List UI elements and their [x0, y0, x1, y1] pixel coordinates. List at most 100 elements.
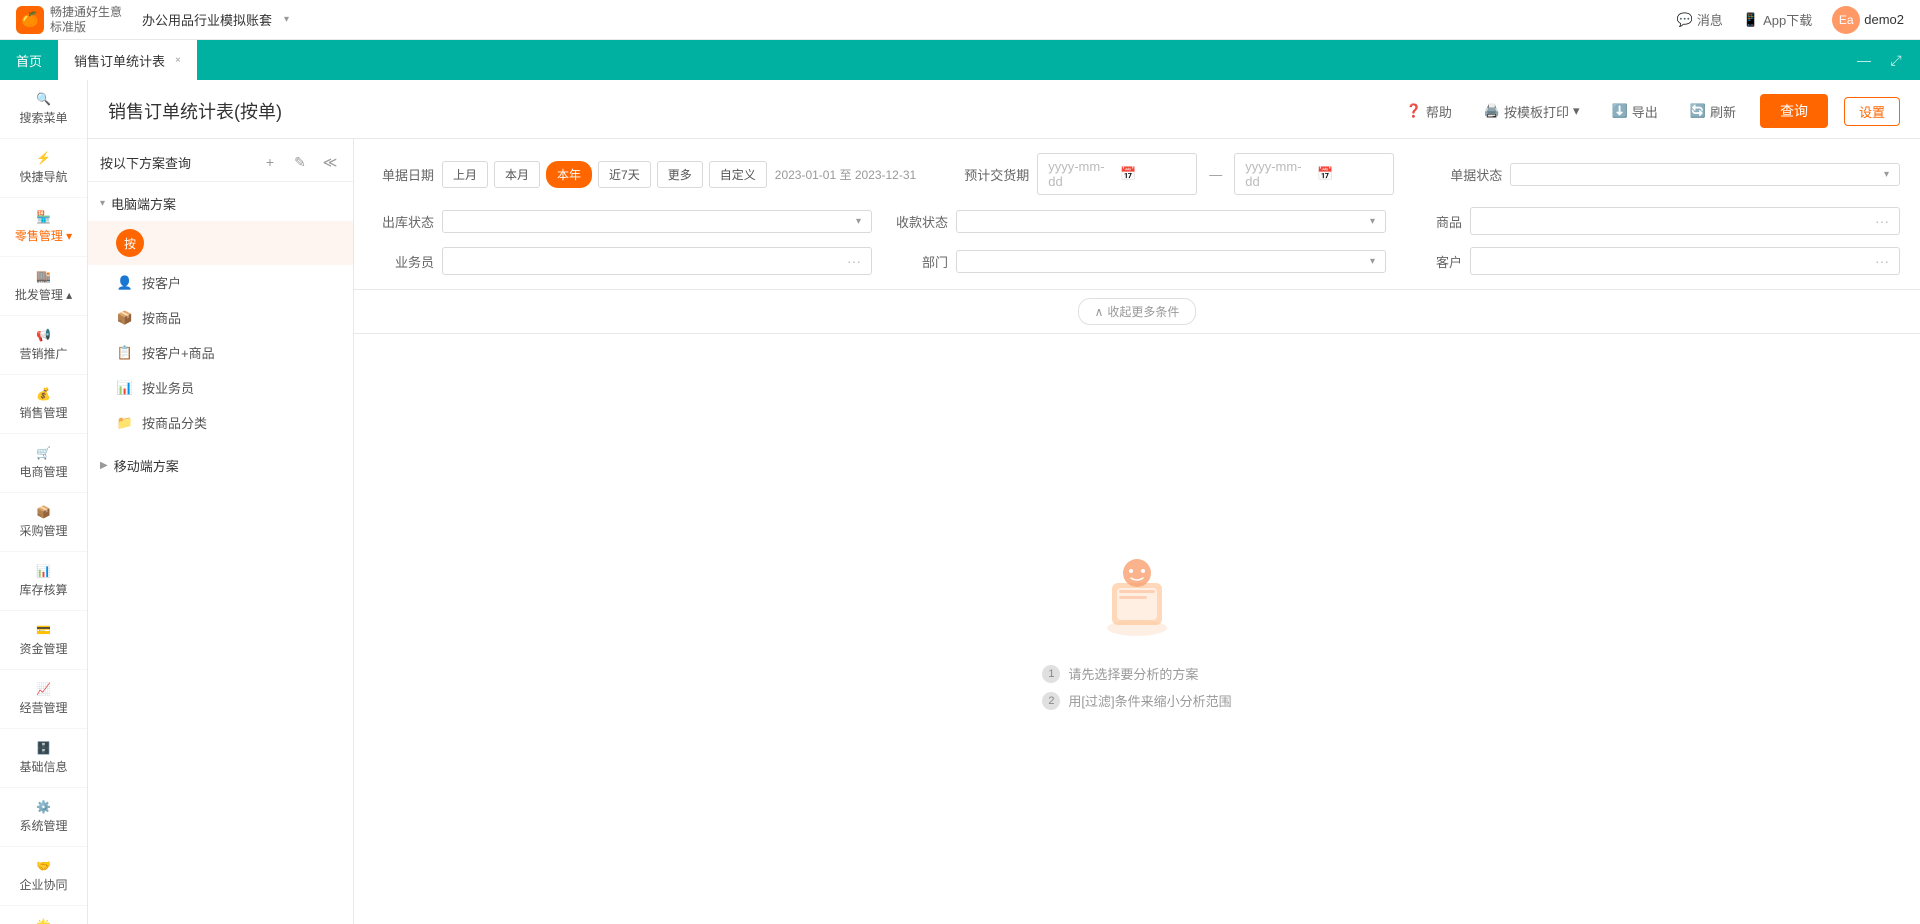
collapse-bar-inner[interactable]: ∧ 收起更多条件 — [1078, 298, 1197, 325]
sidebar-item-quicknav[interactable]: ⚡ 快捷导航 — [0, 139, 87, 198]
date-dash: — — [1205, 167, 1226, 182]
scheme-item-by-order[interactable]: 按 — [88, 221, 353, 265]
sidebar-item-operations[interactable]: 📈 经营管理 — [0, 670, 87, 729]
this-year-btn[interactable]: 本年 — [546, 161, 592, 188]
sidebar-item-enterprise[interactable]: 🤝 企业协同 — [0, 847, 87, 906]
delivery-status-select[interactable]: ▾ — [442, 210, 872, 233]
help-icon: ❓ — [1406, 103, 1422, 119]
mobile-group-arrow: ▶ — [100, 460, 108, 471]
sidebar-item-wholesale[interactable]: 🏬 批发管理 ▴ — [0, 257, 87, 316]
settings-button[interactable]: 设置 — [1844, 97, 1900, 126]
query-button[interactable]: 查询 — [1760, 94, 1828, 128]
department-label: 部门 — [888, 252, 948, 271]
expected-date-start[interactable]: yyyy-mm-dd 📅 — [1037, 153, 1197, 195]
logo-text: 畅捷通好生意 标准版 — [50, 5, 122, 34]
export-icon: ⬇️ — [1612, 103, 1628, 119]
page-title: 销售订单统计表(按单) — [108, 98, 282, 124]
add-scheme-button[interactable]: + — [259, 151, 281, 173]
sidebar-item-newbie[interactable]: 🌟 新手引导 — [0, 906, 87, 924]
sidebar: 🔍 搜索菜单 ⚡ 快捷导航 🏪 零售管理 ▾ 🏬 批发管理 ▴ 📢 营销推广 💰… — [0, 80, 88, 924]
sidebar-item-search[interactable]: 🔍 搜索菜单 — [0, 80, 87, 139]
empty-tips: 1 请先选择要分析的方案 2 用[过滤]条件来缩小分析范围 — [1042, 664, 1231, 710]
more-date-btn[interactable]: 更多 — [657, 161, 703, 188]
scheme-group-mobile: ▶ 移动端方案 — [88, 444, 353, 487]
by-category-icon: 📁 — [116, 414, 134, 432]
product-ellipsis[interactable]: ··· — [1875, 213, 1889, 229]
empty-tip-2: 2 用[过滤]条件来缩小分析范围 — [1042, 691, 1231, 710]
collapse-panel-button[interactable]: ≪ — [319, 151, 341, 173]
sidebar-item-basic[interactable]: 🗄️ 基础信息 — [0, 729, 87, 788]
sidebar-item-retail[interactable]: 🏪 零售管理 ▾ — [0, 198, 87, 257]
bill-status-select[interactable]: ▾ — [1510, 163, 1900, 186]
customer-select[interactable]: ··· — [1470, 247, 1900, 275]
top-bar: 🍊 畅捷通好生意 标准版 办公用品行业模拟账套 ▾ 💬 消息 📱 App下载 E… — [0, 0, 1920, 40]
bill-status-arrow: ▾ — [1884, 169, 1889, 180]
tab-close-icon[interactable]: × — [175, 55, 181, 66]
search-icon: 🔍 — [36, 92, 51, 106]
user-info[interactable]: Ea demo2 — [1832, 6, 1904, 34]
sidebar-item-marketing[interactable]: 📢 营销推广 — [0, 316, 87, 375]
salesperson-select[interactable]: ··· — [442, 247, 872, 275]
scheme-item-by-cust-prod[interactable]: 📋 按客户+商品 — [88, 335, 353, 370]
scheme-item-by-customer[interactable]: 👤 按客户 — [88, 265, 353, 300]
edit-scheme-button[interactable]: ✎ — [289, 151, 311, 173]
custom-date-btn[interactable]: 自定义 — [709, 161, 767, 188]
export-button[interactable]: ⬇️ 导出 — [1604, 98, 1666, 125]
app-dropdown-arrow[interactable]: ▾ — [284, 14, 289, 25]
scheme-group-pc: ▾ 电脑端方案 按 👤 按客户 📦 按商品 📋 — [88, 182, 353, 444]
message-button[interactable]: 💬 消息 — [1677, 10, 1723, 29]
filter-row-2: 出库状态 ▾ 收款状态 ▾ — [374, 207, 1900, 235]
logo-icon: 🍊 — [16, 6, 44, 34]
product-group: 商品 ··· — [1402, 207, 1900, 235]
bill-status-group: 单据状态 ▾ — [1442, 163, 1900, 186]
product-select[interactable]: ··· — [1470, 207, 1900, 235]
operations-icon: 📈 — [36, 682, 51, 696]
sidebar-item-system[interactable]: ⚙️ 系统管理 — [0, 788, 87, 847]
department-select[interactable]: ▾ — [956, 250, 1386, 273]
by-salesperson-icon: 📊 — [116, 379, 134, 397]
logo-area: 🍊 畅捷通好生意 标准版 — [16, 5, 122, 34]
tab-sales-order[interactable]: 销售订单统计表 × — [58, 40, 197, 80]
sidebar-item-purchase[interactable]: 📦 采购管理 — [0, 493, 87, 552]
tab-maximize-button[interactable]: ⤢ — [1884, 48, 1908, 72]
collection-status-select[interactable]: ▾ — [956, 210, 1386, 233]
sidebar-item-ecommerce[interactable]: 🛒 电商管理 — [0, 434, 87, 493]
print-dropdown-icon[interactable]: ▾ — [1573, 103, 1580, 119]
last-month-btn[interactable]: 上月 — [442, 161, 488, 188]
message-icon: 💬 — [1677, 12, 1693, 28]
tab-home[interactable]: 首页 — [0, 40, 58, 80]
sidebar-item-inventory[interactable]: 📊 库存核算 — [0, 552, 87, 611]
tab-minimize-button[interactable]: — — [1852, 48, 1876, 72]
expected-date-end[interactable]: yyyy-mm-dd 📅 — [1234, 153, 1394, 195]
department-arrow: ▾ — [1370, 256, 1375, 267]
mobile-group-title: 移动端方案 — [114, 456, 179, 475]
last7days-btn[interactable]: 近7天 — [598, 161, 651, 188]
customer-ellipsis[interactable]: ··· — [1875, 253, 1889, 269]
scheme-item-by-salesperson[interactable]: 📊 按业务员 — [88, 370, 353, 405]
scheme-group-mobile-header[interactable]: ▶ 移动端方案 — [88, 448, 353, 483]
delivery-status-label: 出库状态 — [374, 212, 434, 231]
scheme-item-by-product[interactable]: 📦 按商品 — [88, 300, 353, 335]
scheme-group-pc-header[interactable]: ▾ 电脑端方案 — [88, 186, 353, 221]
refresh-button[interactable]: 🔄 刷新 — [1682, 98, 1744, 125]
scheme-item-by-category[interactable]: 📁 按商品分类 — [88, 405, 353, 440]
this-month-btn[interactable]: 本月 — [494, 161, 540, 188]
sidebar-item-sales[interactable]: 💰 销售管理 — [0, 375, 87, 434]
print-button[interactable]: 🖨️ 按模板打印 ▾ — [1476, 98, 1588, 125]
system-icon: ⚙️ — [36, 800, 51, 814]
collection-status-arrow: ▾ — [1370, 216, 1375, 227]
sidebar-item-finance[interactable]: 💳 资金管理 — [0, 611, 87, 670]
app-download-button[interactable]: 📱 App下载 — [1743, 10, 1812, 29]
empty-tip-1: 1 请先选择要分析的方案 — [1042, 664, 1231, 683]
top-bar-right: 💬 消息 📱 App下载 Ea demo2 — [1677, 6, 1904, 34]
salesperson-group: 业务员 ··· — [374, 247, 872, 275]
finance-icon: 💳 — [36, 623, 51, 637]
salesperson-ellipsis[interactable]: ··· — [847, 253, 861, 269]
collapse-bar[interactable]: ∧ 收起更多条件 — [354, 290, 1920, 334]
page-header-top: 销售订单统计表(按单) ❓ 帮助 🖨️ 按模板打印 ▾ ⬇️ — [108, 94, 1900, 128]
print-icon: 🖨️ — [1484, 103, 1500, 119]
filter-row-3: 业务员 ··· 部门 ▾ — [374, 247, 1900, 275]
marketing-icon: 📢 — [36, 328, 51, 342]
inner-layout: 按以下方案查询 + ✎ ≪ ▾ 电脑端方案 按 👤 按客户 — [88, 139, 1920, 924]
help-button[interactable]: ❓ 帮助 — [1398, 98, 1460, 125]
